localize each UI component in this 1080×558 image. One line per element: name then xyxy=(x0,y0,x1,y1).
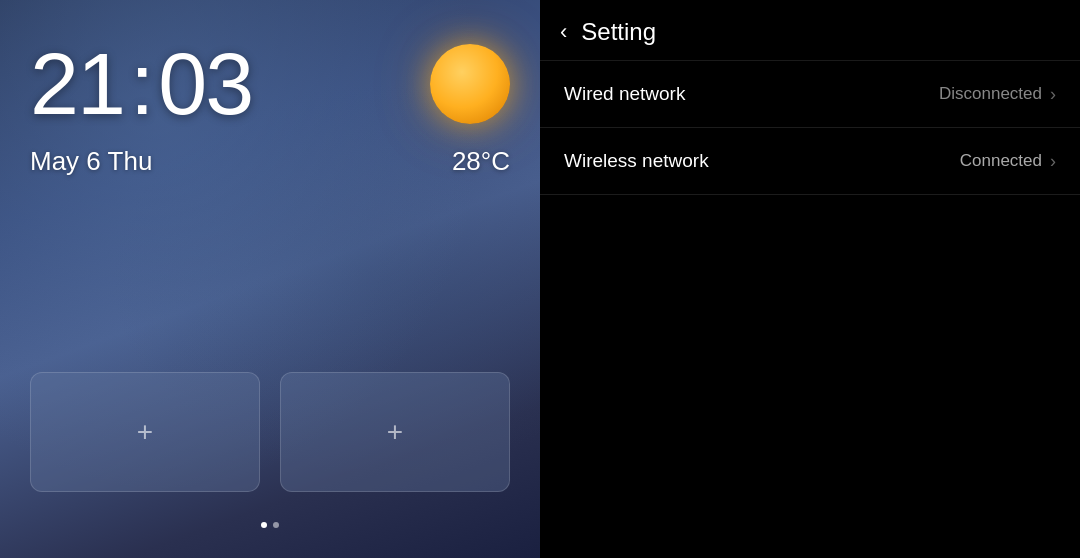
widgets-row: + + xyxy=(30,372,510,492)
wired-network-status: Disconnected xyxy=(939,84,1042,104)
time-minutes: 03 xyxy=(158,34,252,133)
sun-icon xyxy=(430,44,510,124)
left-panel: 21:03 May 6 Thu 28°C + + xyxy=(0,0,540,558)
settings-title: Setting xyxy=(581,18,656,46)
right-panel: ‹ Setting Wired network Disconnected › W… xyxy=(540,0,1080,558)
time-display: 21:03 xyxy=(30,40,252,128)
dots-row xyxy=(30,522,510,528)
wireless-network-label: Wireless network xyxy=(564,150,709,172)
page-dot-2 xyxy=(273,522,279,528)
date-text: May 6 Thu xyxy=(30,146,152,177)
wired-network-chevron-icon: › xyxy=(1050,84,1056,105)
wireless-network-status: Connected xyxy=(960,151,1042,171)
widget-add-icon-1: + xyxy=(137,416,153,448)
settings-list: Wired network Disconnected › Wireless ne… xyxy=(540,61,1080,558)
wired-network-item[interactable]: Wired network Disconnected › xyxy=(540,61,1080,128)
wireless-network-right: Connected › xyxy=(960,151,1056,172)
time-row: 21:03 xyxy=(30,40,510,128)
wireless-network-item[interactable]: Wireless network Connected › xyxy=(540,128,1080,195)
widget-card-2[interactable]: + xyxy=(280,372,510,492)
back-arrow-icon[interactable]: ‹ xyxy=(560,19,567,45)
time-colon: : xyxy=(130,34,152,133)
wired-network-label: Wired network xyxy=(564,83,685,105)
wireless-network-chevron-icon: › xyxy=(1050,151,1056,172)
date-temp-row: May 6 Thu 28°C xyxy=(30,146,510,177)
temperature-text: 28°C xyxy=(452,146,510,177)
left-content: 21:03 May 6 Thu 28°C + + xyxy=(0,0,540,558)
widget-add-icon-2: + xyxy=(387,416,403,448)
settings-header: ‹ Setting xyxy=(540,0,1080,61)
page-dot-1 xyxy=(261,522,267,528)
wired-network-right: Disconnected › xyxy=(939,84,1056,105)
widget-card-1[interactable]: + xyxy=(30,372,260,492)
time-hours: 21 xyxy=(30,34,124,133)
